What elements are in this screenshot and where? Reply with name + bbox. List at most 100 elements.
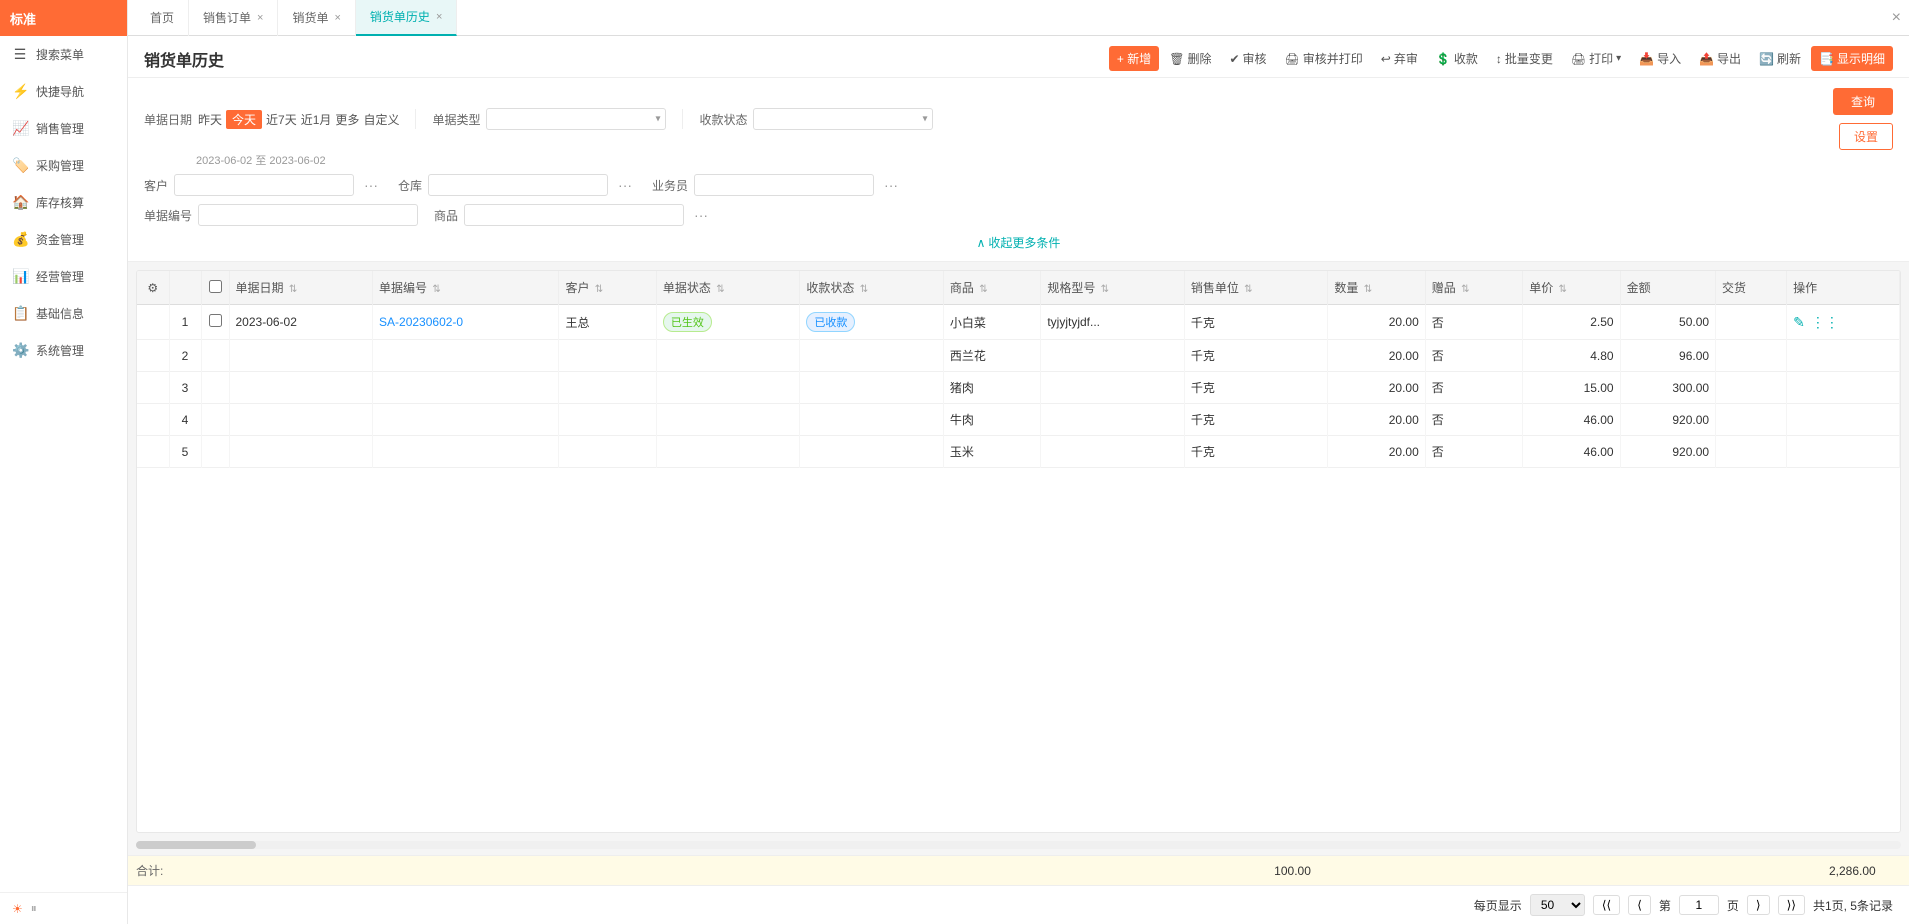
prev-page-button[interactable]: ⟨ bbox=[1628, 895, 1651, 915]
query-button[interactable]: 查询 bbox=[1833, 88, 1893, 115]
print-button[interactable]: 🖨 打印 ▾ bbox=[1563, 46, 1629, 71]
last-page-button[interactable]: ⟩⟩ bbox=[1778, 895, 1805, 915]
edit-icon[interactable]: ✎ bbox=[1793, 314, 1805, 331]
sidebar-item-sales-mgmt[interactable]: 📈 销售管理 bbox=[0, 110, 127, 147]
horizontal-scrollbar[interactable] bbox=[136, 841, 1901, 849]
sidebar-item-search-menu[interactable]: ☰ 搜索菜单 bbox=[0, 36, 127, 73]
type-filter-group: 单据类型 bbox=[432, 108, 666, 130]
collect-button[interactable]: 💲 收款 bbox=[1428, 46, 1486, 71]
row-amount: 300.00 bbox=[1620, 372, 1715, 404]
new-button[interactable]: + 新增 bbox=[1109, 46, 1159, 71]
col-order-no[interactable]: 单据编号 ⇅ bbox=[373, 271, 559, 305]
close-sales-order-tab[interactable]: × bbox=[257, 12, 263, 24]
page-size-select[interactable]: 50 20 100 200 bbox=[1530, 894, 1585, 916]
tab-sales-history[interactable]: 销货单历史 × bbox=[356, 0, 457, 36]
col-customer[interactable]: 客户 ⇅ bbox=[559, 271, 656, 305]
customer-ellipsis[interactable]: ··· bbox=[360, 177, 382, 193]
warehouse-input[interactable] bbox=[428, 174, 608, 196]
row-spec bbox=[1041, 340, 1185, 372]
close-sales-goods-tab[interactable]: × bbox=[334, 12, 340, 24]
row-qty: 20.00 bbox=[1328, 404, 1425, 436]
import-button[interactable]: 📥 导入 bbox=[1631, 46, 1689, 71]
sidebar-bottom-icon1[interactable]: ☀ bbox=[12, 902, 23, 916]
order-no-link[interactable]: SA-20230602-0 bbox=[379, 315, 463, 329]
row-customer: 王总 bbox=[559, 305, 656, 340]
row-checkbox[interactable] bbox=[209, 314, 222, 327]
audit-button[interactable]: ✔ 审核 bbox=[1221, 46, 1274, 71]
date-label: 单据日期 bbox=[144, 111, 192, 128]
next-page-button[interactable]: ⟩ bbox=[1747, 895, 1770, 915]
tab-home[interactable]: 首页 bbox=[136, 0, 189, 36]
sidebar-item-ops-mgmt[interactable]: 📊 经营管理 bbox=[0, 258, 127, 295]
row-spec bbox=[1041, 372, 1185, 404]
date-1month[interactable]: 近1月 bbox=[301, 111, 332, 128]
goods-ellipsis[interactable]: ··· bbox=[690, 207, 712, 223]
inventory-icon: 🏠 bbox=[12, 194, 28, 211]
abandon-button[interactable]: ↩ 弃审 bbox=[1373, 46, 1426, 71]
col-date[interactable]: 单据日期 ⇅ bbox=[229, 271, 373, 305]
refresh-button[interactable]: 🔄 刷新 bbox=[1751, 46, 1809, 71]
sidebar-item-basic-info[interactable]: 📋 基础信息 bbox=[0, 295, 127, 332]
show-detail-button[interactable]: 📑 显示明细 bbox=[1811, 46, 1893, 71]
customer-input[interactable] bbox=[174, 174, 354, 196]
page-size-label: 每页显示 bbox=[1474, 897, 1522, 914]
col-price[interactable]: 单价 ⇅ bbox=[1523, 271, 1620, 305]
row-pay-status bbox=[800, 436, 944, 468]
first-page-button[interactable]: ⟨⟨ bbox=[1593, 895, 1620, 915]
row-price: 2.50 bbox=[1523, 305, 1620, 340]
row-order-no bbox=[373, 372, 559, 404]
col-check[interactable] bbox=[201, 271, 229, 305]
sidebar-bottom: ☀ ⏸ bbox=[0, 892, 127, 924]
scrollbar-thumb[interactable] bbox=[136, 841, 256, 849]
sidebar-item-sys-mgmt[interactable]: ⚙️ 系统管理 bbox=[0, 332, 127, 369]
col-goods[interactable]: 商品 ⇅ bbox=[943, 271, 1040, 305]
goods-input[interactable] bbox=[464, 204, 684, 226]
row-exchange bbox=[1716, 372, 1787, 404]
row-gift: 否 bbox=[1425, 305, 1522, 340]
export-button[interactable]: 📤 导出 bbox=[1691, 46, 1749, 71]
staff-input[interactable] bbox=[694, 174, 874, 196]
sidebar-item-inventory-calc[interactable]: 🏠 库存核算 bbox=[0, 184, 127, 221]
collapse-button[interactable]: ∧ 收起更多条件 bbox=[144, 234, 1893, 251]
row-num: 1 bbox=[169, 305, 201, 340]
page-number-input[interactable] bbox=[1679, 895, 1719, 915]
date-today[interactable]: 今天 bbox=[226, 110, 262, 129]
col-pay-status[interactable]: 收款状态 ⇅ bbox=[800, 271, 944, 305]
select-all-checkbox[interactable] bbox=[209, 280, 222, 293]
audit-print-icon: 🖨 bbox=[1285, 52, 1300, 66]
type-select[interactable] bbox=[486, 108, 666, 130]
row-customer bbox=[559, 404, 656, 436]
col-qty[interactable]: 数量 ⇅ bbox=[1328, 271, 1425, 305]
sidebar-item-purchase-mgmt[interactable]: 🏷️ 采购管理 bbox=[0, 147, 127, 184]
sidebar-item-fund-mgmt[interactable]: 💰 资金管理 bbox=[0, 221, 127, 258]
batch-change-button[interactable]: ↕ 批量变更 bbox=[1488, 46, 1561, 71]
close-sales-history-tab[interactable]: × bbox=[436, 11, 442, 23]
footer-total-amount: 2,286.00 bbox=[1821, 864, 1901, 878]
order-num-input[interactable] bbox=[198, 204, 418, 226]
date-yesterday[interactable]: 昨天 bbox=[198, 111, 222, 128]
customer-filter-group: 客户 ··· bbox=[144, 174, 382, 196]
date-7days[interactable]: 近7天 bbox=[266, 111, 297, 128]
col-spec[interactable]: 规格型号 ⇅ bbox=[1041, 271, 1185, 305]
col-gift[interactable]: 赠品 ⇅ bbox=[1425, 271, 1522, 305]
tab-sales-goods[interactable]: 销货单 × bbox=[278, 0, 355, 36]
warehouse-filter-group: 仓库 ··· bbox=[398, 174, 636, 196]
tab-sales-order[interactable]: 销售订单 × bbox=[189, 0, 278, 36]
abandon-icon: ↩ bbox=[1381, 52, 1391, 66]
warehouse-ellipsis[interactable]: ··· bbox=[614, 177, 636, 193]
close-all-tabs[interactable]: × bbox=[1892, 9, 1901, 27]
set-button[interactable]: 设置 bbox=[1839, 123, 1893, 150]
date-more[interactable]: 更多 bbox=[335, 111, 359, 128]
date-custom[interactable]: 自定义 bbox=[363, 111, 399, 128]
sidebar-bottom-icon2[interactable]: ⏸ bbox=[31, 901, 37, 916]
sidebar-item-quick-nav[interactable]: ⚡ 快捷导航 bbox=[0, 73, 127, 110]
delete-button[interactable]: 🗑 删除 bbox=[1161, 46, 1219, 71]
more-action-icon[interactable]: ⋮⋮ bbox=[1811, 314, 1839, 331]
staff-ellipsis[interactable]: ··· bbox=[880, 177, 902, 193]
col-gear[interactable]: ⚙ bbox=[137, 271, 169, 305]
col-unit[interactable]: 销售单位 ⇅ bbox=[1184, 271, 1328, 305]
pay-status-select[interactable] bbox=[753, 108, 933, 130]
audit-print-button[interactable]: 🖨 审核并打印 bbox=[1277, 46, 1371, 71]
col-order-status[interactable]: 单据状态 ⇅ bbox=[656, 271, 800, 305]
sales-mgmt-icon: 📈 bbox=[12, 120, 28, 137]
